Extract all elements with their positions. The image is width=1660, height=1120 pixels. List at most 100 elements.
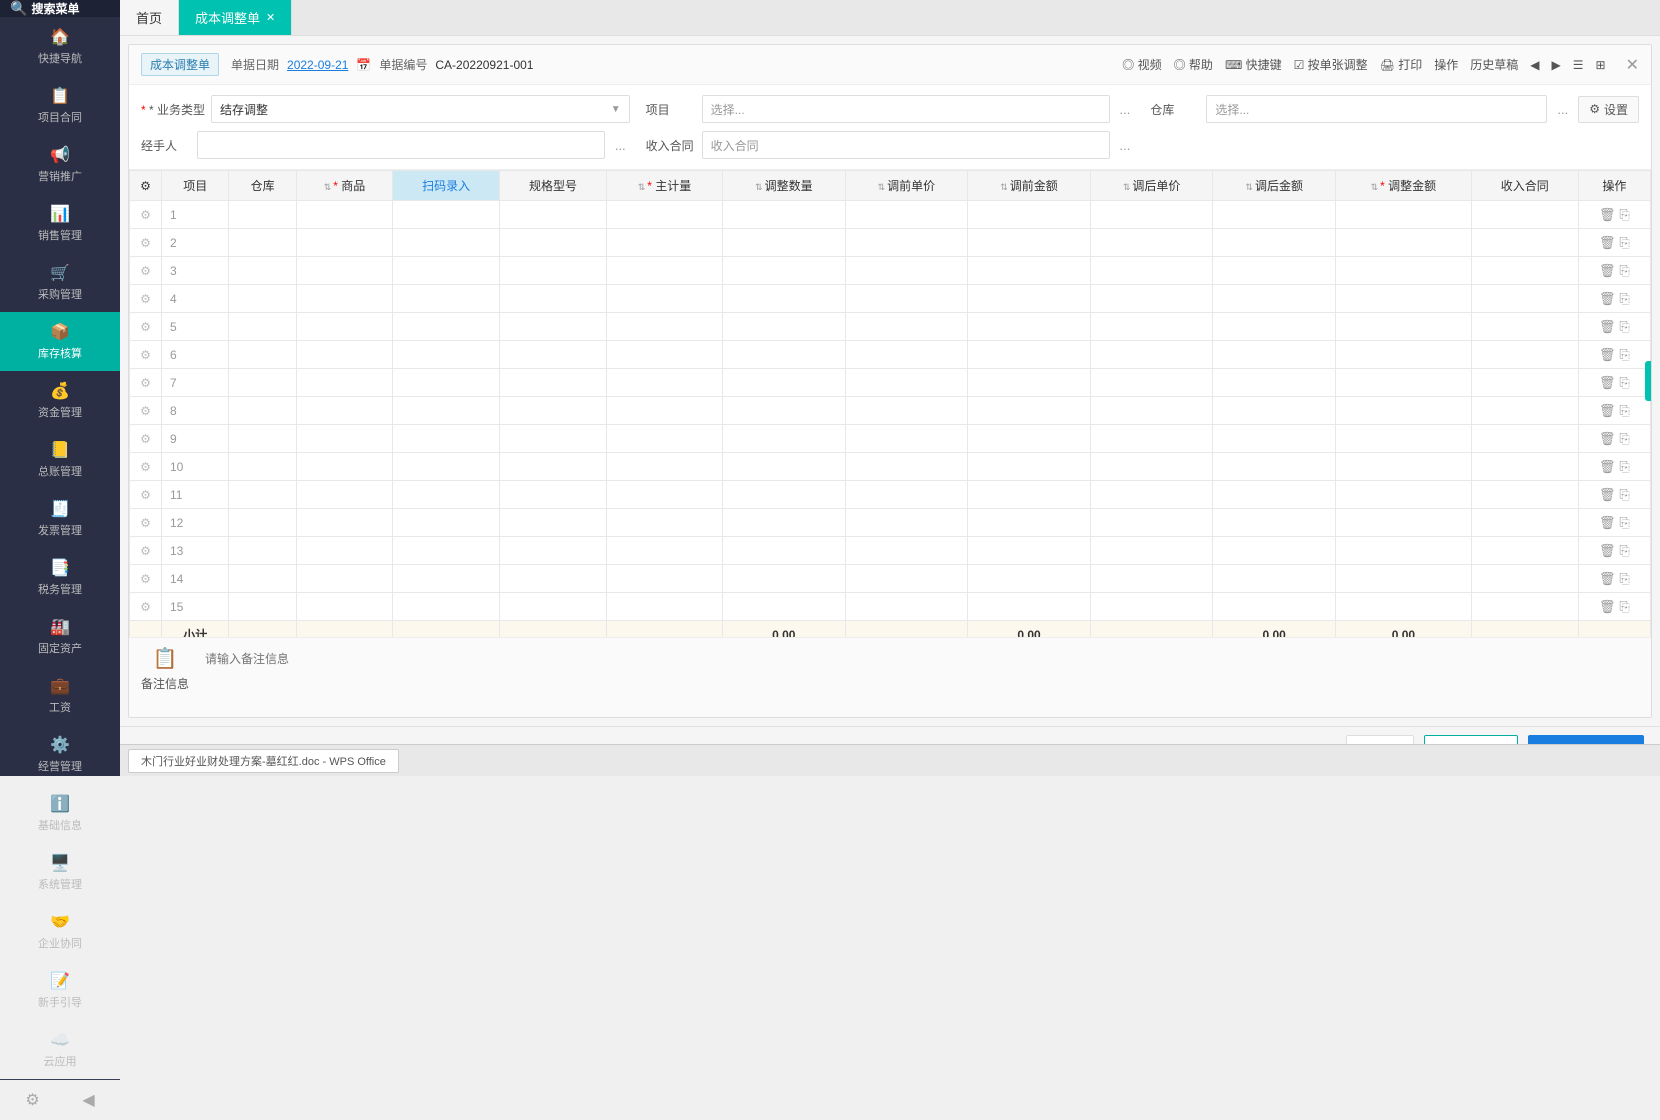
copy-icon-10[interactable]: ⎘ (1619, 459, 1629, 475)
delete-icon-13[interactable]: 🗑 (1599, 543, 1616, 559)
cell-action-13[interactable]: 🗑 ⎘ (1578, 537, 1650, 565)
notes-label[interactable]: 📋 备注信息 (141, 646, 189, 692)
cell-settings-10[interactable]: ⚙ (130, 453, 162, 481)
collapse-icon[interactable]: ◀ (82, 1090, 94, 1110)
delete-icon-1[interactable]: 🗑 (1599, 207, 1616, 223)
calendar-icon[interactable]: 📅 (356, 58, 371, 72)
delete-icon-14[interactable]: 🗑 (1599, 571, 1616, 587)
cell-action-9[interactable]: 🗑 ⎘ (1578, 425, 1650, 453)
toolbar-check[interactable]: ☑ 按单张调整 (1294, 56, 1368, 73)
cell-settings-14[interactable]: ⚙ (130, 565, 162, 593)
cell-action-6[interactable]: 🗑 ⎘ (1578, 341, 1650, 369)
project-ellipsis[interactable]: ... (1116, 102, 1135, 117)
row-settings-icon[interactable]: ⚙ (140, 600, 151, 614)
toolbar-operation[interactable]: 操作 (1434, 56, 1458, 73)
delete-icon-7[interactable]: 🗑 (1599, 375, 1616, 391)
row-settings-icon[interactable]: ⚙ (140, 348, 151, 362)
copy-icon-14[interactable]: ⎘ (1619, 571, 1629, 587)
copy-icon-2[interactable]: ⎘ (1619, 235, 1629, 251)
cell-action-1[interactable]: 🗑 ⎘ (1578, 201, 1650, 229)
toolbar-history[interactable]: 历史草稿 (1470, 56, 1518, 73)
sidebar-item-payroll[interactable]: 💼 工资 (0, 666, 120, 725)
cell-action-2[interactable]: 🗑 ⎘ (1578, 229, 1650, 257)
sidebar-item-sales-promotion[interactable]: 📢 营销推广 (0, 135, 120, 194)
toolbar-next[interactable]: ▶ (1552, 58, 1561, 72)
cell-settings-13[interactable]: ⚙ (130, 537, 162, 565)
sidebar-item-fixed-assets[interactable]: 🏭 固定资产 (0, 607, 120, 666)
warehouse-input[interactable]: 选择... (1206, 95, 1547, 123)
cell-action-8[interactable]: 🗑 ⎘ (1578, 397, 1650, 425)
cell-action-5[interactable]: 🗑 ⎘ (1578, 313, 1650, 341)
copy-icon-15[interactable]: ⎘ (1619, 599, 1629, 615)
row-settings-icon[interactable]: ⚙ (140, 544, 151, 558)
settings-icon[interactable]: ⚙ (25, 1090, 39, 1110)
delete-icon-3[interactable]: 🗑 (1599, 263, 1616, 279)
handler-input[interactable] (197, 131, 605, 159)
warehouse-ellipsis[interactable]: ... (1553, 102, 1572, 117)
copy-icon-5[interactable]: ⎘ (1619, 319, 1629, 335)
cell-settings-11[interactable]: ⚙ (130, 481, 162, 509)
sidebar-item-sales-mgmt[interactable]: 📊 销售管理 (0, 194, 120, 253)
delete-icon-11[interactable]: 🗑 (1599, 487, 1616, 503)
project-input[interactable]: 选择... (702, 95, 1110, 123)
copy-icon-6[interactable]: ⎘ (1619, 347, 1629, 363)
cell-action-3[interactable]: 🗑 ⎘ (1578, 257, 1650, 285)
cell-settings-4[interactable]: ⚙ (130, 285, 162, 313)
cell-settings-3[interactable]: ⚙ (130, 257, 162, 285)
notes-input[interactable] (201, 646, 1639, 706)
row-settings-icon[interactable]: ⚙ (140, 488, 151, 502)
income-contract-input[interactable]: 收入合同 (702, 131, 1110, 159)
cell-action-10[interactable]: 🗑 ⎘ (1578, 453, 1650, 481)
sidebar-item-basic-info[interactable]: ℹ️ 基础信息 (0, 784, 120, 843)
toolbar-help[interactable]: ◎ 帮助 (1174, 56, 1213, 73)
cell-settings-2[interactable]: ⚙ (130, 229, 162, 257)
settings-button[interactable]: ⚙ 设置 (1578, 96, 1639, 123)
handler-ellipsis[interactable]: ... (611, 138, 630, 153)
sidebar-item-tax-mgmt[interactable]: 📑 税务管理 (0, 548, 120, 607)
toolbar-prev[interactable]: ◀ (1530, 58, 1539, 72)
delete-icon-4[interactable]: 🗑 (1599, 291, 1616, 307)
delete-icon-12[interactable]: 🗑 (1599, 515, 1616, 531)
row-settings-icon[interactable]: ⚙ (140, 404, 151, 418)
sidebar-item-funds-mgmt[interactable]: 💰 资金管理 (0, 371, 120, 430)
cell-settings-5[interactable]: ⚙ (130, 313, 162, 341)
sidebar-item-project-contract[interactable]: 📋 项目合同 (0, 76, 120, 135)
row-settings-icon[interactable]: ⚙ (140, 208, 151, 222)
row-settings-icon[interactable]: ⚙ (140, 264, 151, 278)
delete-icon-2[interactable]: 🗑 (1599, 235, 1616, 251)
sidebar-item-ops-mgmt[interactable]: ⚙️ 经营管理 (0, 725, 120, 784)
cell-settings-6[interactable]: ⚙ (130, 341, 162, 369)
copy-icon-7[interactable]: ⎘ (1619, 375, 1629, 391)
row-settings-icon[interactable]: ⚙ (140, 320, 151, 334)
copy-icon-3[interactable]: ⎘ (1619, 263, 1629, 279)
sidebar-item-corp-coop[interactable]: 🤝 企业协同 (0, 902, 120, 961)
income-contract-ellipsis[interactable]: ... (1116, 138, 1135, 153)
cell-action-11[interactable]: 🗑 ⎘ (1578, 481, 1650, 509)
row-settings-icon[interactable]: ⚙ (140, 460, 151, 474)
cell-action-7[interactable]: 🗑 ⎘ (1578, 369, 1650, 397)
taskbar-item-wps[interactable]: 木门行业好业财处理方案-墓红红.doc - WPS Office (128, 749, 399, 773)
copy-icon-11[interactable]: ⎘ (1619, 487, 1629, 503)
copy-icon-1[interactable]: ⎘ (1619, 207, 1629, 223)
row-settings-icon[interactable]: ⚙ (140, 572, 151, 586)
cell-settings-9[interactable]: ⚙ (130, 425, 162, 453)
cell-action-12[interactable]: 🗑 ⎘ (1578, 509, 1650, 537)
cell-settings-12[interactable]: ⚙ (130, 509, 162, 537)
delete-icon-9[interactable]: 🗑 (1599, 431, 1616, 447)
copy-icon-8[interactable]: ⎘ (1619, 403, 1629, 419)
table-container[interactable]: ⚙项目仓库⇅* 商品扫码录入规格型号⇅* 主计量⇅调整数量⇅调前单价⇅调前金额⇅… (129, 170, 1651, 637)
toolbar-layout2[interactable]: ⊞ (1596, 58, 1606, 72)
sidebar-item-quick-nav[interactable]: 🏠 快捷导航 (0, 17, 120, 76)
close-panel-button[interactable]: ✕ (1626, 55, 1639, 75)
row-settings-icon[interactable]: ⚙ (140, 292, 151, 306)
cell-settings-7[interactable]: ⚙ (130, 369, 162, 397)
toolbar-shortcut[interactable]: ⌨ 快捷键 (1225, 56, 1282, 73)
toolbar-layout1[interactable]: ☰ (1573, 58, 1584, 72)
copy-icon-12[interactable]: ⎘ (1619, 515, 1629, 531)
delete-icon-10[interactable]: 🗑 (1599, 459, 1616, 475)
sidebar-item-invoice-mgmt[interactable]: 🧾 发票管理 (0, 489, 120, 548)
delete-icon-8[interactable]: 🗑 (1599, 403, 1616, 419)
tab-close-cost-adjust[interactable]: ✕ (266, 11, 275, 24)
tab-cost-adjust[interactable]: 成本调整单✕ (179, 0, 292, 35)
cell-settings-15[interactable]: ⚙ (130, 593, 162, 621)
